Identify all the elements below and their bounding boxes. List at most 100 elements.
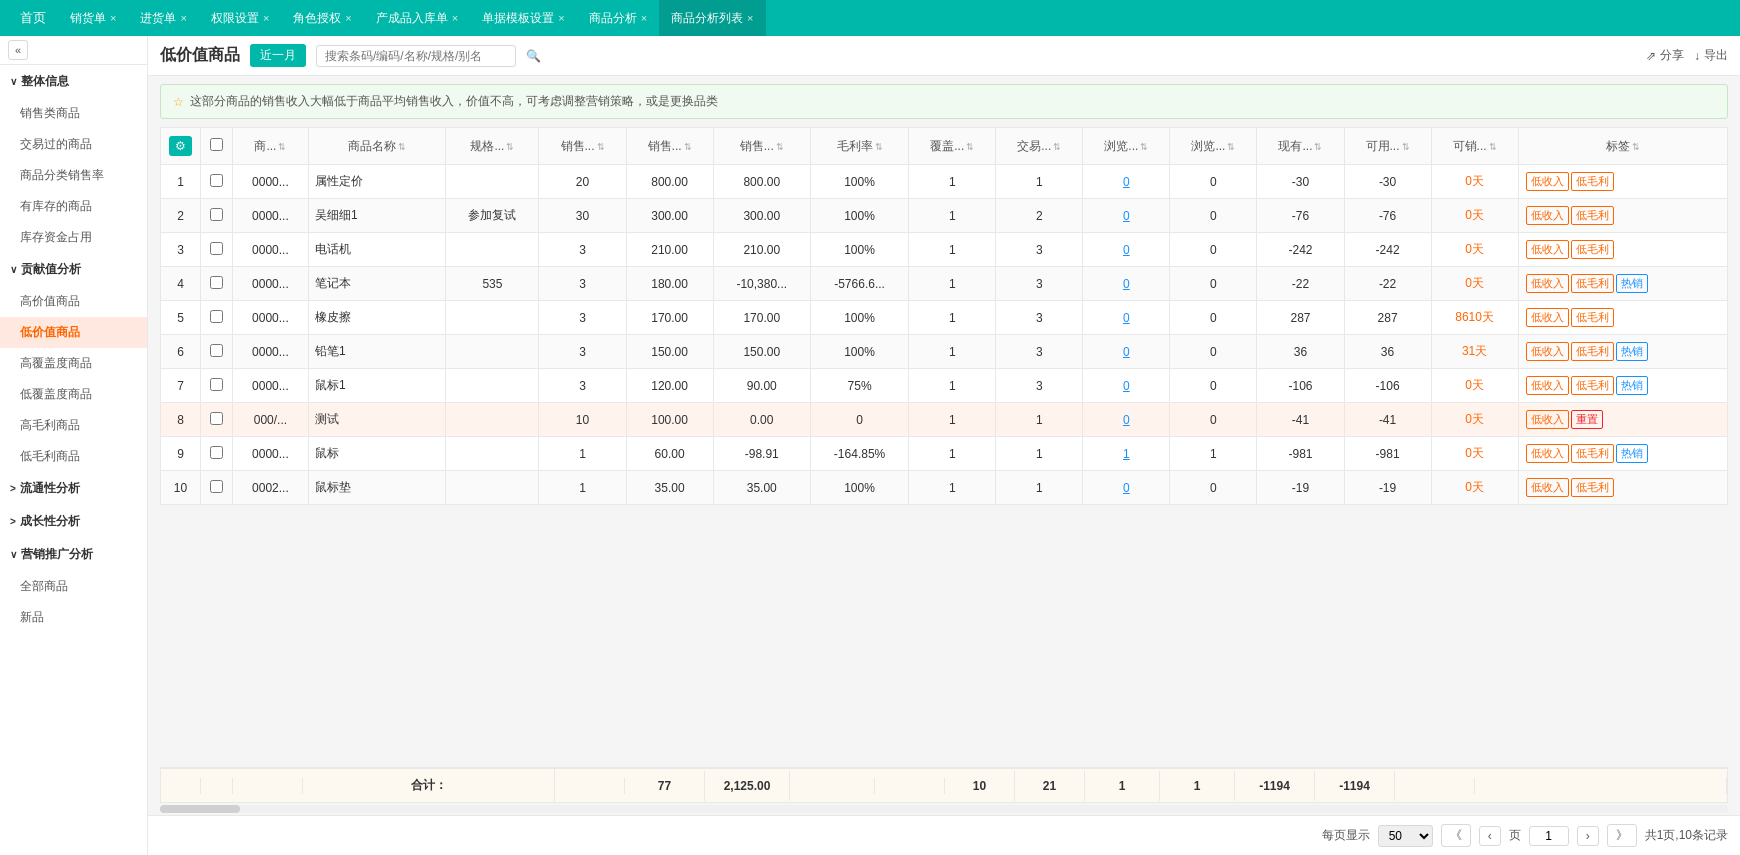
row-checkbox[interactable] — [210, 242, 223, 255]
td-view1[interactable]: 0 — [1083, 233, 1170, 267]
th-view2[interactable]: 浏览...⇅ — [1170, 128, 1257, 165]
sidebar-item-high-coverage[interactable]: 高覆盖度商品 — [0, 348, 147, 379]
td-check[interactable] — [201, 471, 233, 505]
td-check[interactable] — [201, 199, 233, 233]
nav-goods-list-close[interactable]: × — [747, 12, 753, 24]
td-check[interactable] — [201, 369, 233, 403]
td-view1[interactable]: 0 — [1083, 199, 1170, 233]
sidebar-item-stock-goods[interactable]: 有库存的商品 — [0, 191, 147, 222]
sidebar-item-low-value[interactable]: 低价值商品 — [0, 317, 147, 348]
sidebar-item-low-coverage[interactable]: 低覆盖度商品 — [0, 379, 147, 410]
nav-purchase[interactable]: 进货单 × — [128, 0, 198, 36]
row-checkbox[interactable] — [210, 344, 223, 357]
prev-page-button[interactable]: ‹ — [1479, 826, 1501, 846]
th-q3[interactable]: 销售...⇅ — [713, 128, 810, 165]
th-days[interactable]: 可销...⇅ — [1431, 128, 1518, 165]
row-checkbox[interactable] — [210, 174, 223, 187]
td-check[interactable] — [201, 267, 233, 301]
row-checkbox[interactable] — [210, 276, 223, 289]
nav-permissions-close[interactable]: × — [263, 12, 269, 24]
th-profit[interactable]: 毛利率⇅ — [810, 128, 908, 165]
sidebar-item-capital[interactable]: 库存资金占用 — [0, 222, 147, 253]
view1-link[interactable]: 0 — [1123, 413, 1130, 427]
td-check[interactable] — [201, 437, 233, 471]
td-view1[interactable]: 1 — [1083, 437, 1170, 471]
th-spec[interactable]: 规格...⇅ — [446, 128, 539, 165]
sidebar-collapse-button[interactable]: « — [8, 40, 28, 60]
nav-roles[interactable]: 角色授权 × — [281, 0, 363, 36]
td-view1[interactable]: 0 — [1083, 369, 1170, 403]
view1-link[interactable]: 1 — [1123, 447, 1130, 461]
search-icon[interactable]: 🔍 — [526, 49, 541, 63]
nav-goods-analysis-close[interactable]: × — [641, 12, 647, 24]
current-page-input[interactable] — [1529, 826, 1569, 846]
row-checkbox[interactable] — [210, 446, 223, 459]
th-coverage[interactable]: 覆盖...⇅ — [909, 128, 996, 165]
nav-sales[interactable]: 销货单 × — [58, 0, 128, 36]
view1-link[interactable]: 0 — [1123, 277, 1130, 291]
nav-sales-close[interactable]: × — [110, 12, 116, 24]
row-checkbox[interactable] — [210, 378, 223, 391]
search-input[interactable] — [316, 45, 516, 67]
last-page-button[interactable]: 》 — [1607, 824, 1637, 847]
first-page-button[interactable]: 《 — [1441, 824, 1471, 847]
nav-roles-close[interactable]: × — [345, 12, 351, 24]
td-view1[interactable]: 0 — [1083, 403, 1170, 437]
th-stock1[interactable]: 现有...⇅ — [1257, 128, 1344, 165]
sidebar-item-category-rate[interactable]: 商品分类销售率 — [0, 160, 147, 191]
sidebar-item-sales-goods[interactable]: 销售类商品 — [0, 98, 147, 129]
per-page-select[interactable]: 50 100 200 — [1378, 825, 1433, 847]
next-page-button[interactable]: › — [1577, 826, 1599, 846]
th-q2[interactable]: 销售...⇅ — [626, 128, 713, 165]
view1-link[interactable]: 0 — [1123, 345, 1130, 359]
td-view1[interactable]: 0 — [1083, 165, 1170, 199]
export-button[interactable]: ↓ 导出 — [1694, 47, 1728, 64]
view1-link[interactable]: 0 — [1123, 243, 1130, 257]
th-gear[interactable]: ⚙ — [161, 128, 201, 165]
sidebar-item-high-value[interactable]: 高价值商品 — [0, 286, 147, 317]
gear-button[interactable]: ⚙ — [169, 136, 192, 156]
th-stock2[interactable]: 可用...⇅ — [1344, 128, 1431, 165]
view1-link[interactable]: 0 — [1123, 311, 1130, 325]
td-view1[interactable]: 0 — [1083, 335, 1170, 369]
sidebar-group-overall[interactable]: ∨ 整体信息 — [0, 65, 147, 98]
th-code[interactable]: 商...⇅ — [233, 128, 309, 165]
nav-goods-list[interactable]: 商品分析列表 × — [659, 0, 765, 36]
sidebar-group-marketing[interactable]: ∨ 营销推广分析 — [0, 538, 147, 571]
scrollbar-thumb[interactable] — [160, 805, 240, 813]
td-check[interactable] — [201, 233, 233, 267]
sidebar-group-liquidity[interactable]: > 流通性分析 — [0, 472, 147, 505]
row-checkbox[interactable] — [210, 412, 223, 425]
filter-button[interactable]: 近一月 — [250, 44, 306, 67]
view1-link[interactable]: 0 — [1123, 175, 1130, 189]
sidebar-item-low-margin[interactable]: 低毛利商品 — [0, 441, 147, 472]
th-view1[interactable]: 浏览...⇅ — [1083, 128, 1170, 165]
row-checkbox[interactable] — [210, 310, 223, 323]
nav-permissions[interactable]: 权限设置 × — [199, 0, 281, 36]
nav-templates-close[interactable]: × — [558, 12, 564, 24]
sidebar-item-new-goods[interactable]: 新品 — [0, 602, 147, 633]
nav-products[interactable]: 产成品入库单 × — [364, 0, 470, 36]
nav-goods-analysis[interactable]: 商品分析 × — [577, 0, 659, 36]
td-check[interactable] — [201, 403, 233, 437]
horizontal-scrollbar[interactable] — [160, 805, 1728, 813]
td-view1[interactable]: 0 — [1083, 301, 1170, 335]
nav-templates[interactable]: 单据模板设置 × — [470, 0, 576, 36]
th-checkbox[interactable] — [201, 128, 233, 165]
sidebar-item-high-margin[interactable]: 高毛利商品 — [0, 410, 147, 441]
row-checkbox[interactable] — [210, 208, 223, 221]
td-view1[interactable]: 0 — [1083, 267, 1170, 301]
nav-products-close[interactable]: × — [452, 12, 458, 24]
sidebar-item-traded-goods[interactable]: 交易过的商品 — [0, 129, 147, 160]
sidebar-group-contribution[interactable]: ∨ 贡献值分析 — [0, 253, 147, 286]
td-check[interactable] — [201, 335, 233, 369]
view1-link[interactable]: 0 — [1123, 481, 1130, 495]
td-check[interactable] — [201, 301, 233, 335]
share-button[interactable]: ⇗ 分享 — [1646, 47, 1684, 64]
sidebar-item-all-goods[interactable]: 全部商品 — [0, 571, 147, 602]
th-tags[interactable]: 标签⇅ — [1518, 128, 1727, 165]
nav-purchase-close[interactable]: × — [180, 12, 186, 24]
view1-link[interactable]: 0 — [1123, 209, 1130, 223]
row-checkbox[interactable] — [210, 480, 223, 493]
th-q1[interactable]: 销售...⇅ — [539, 128, 626, 165]
